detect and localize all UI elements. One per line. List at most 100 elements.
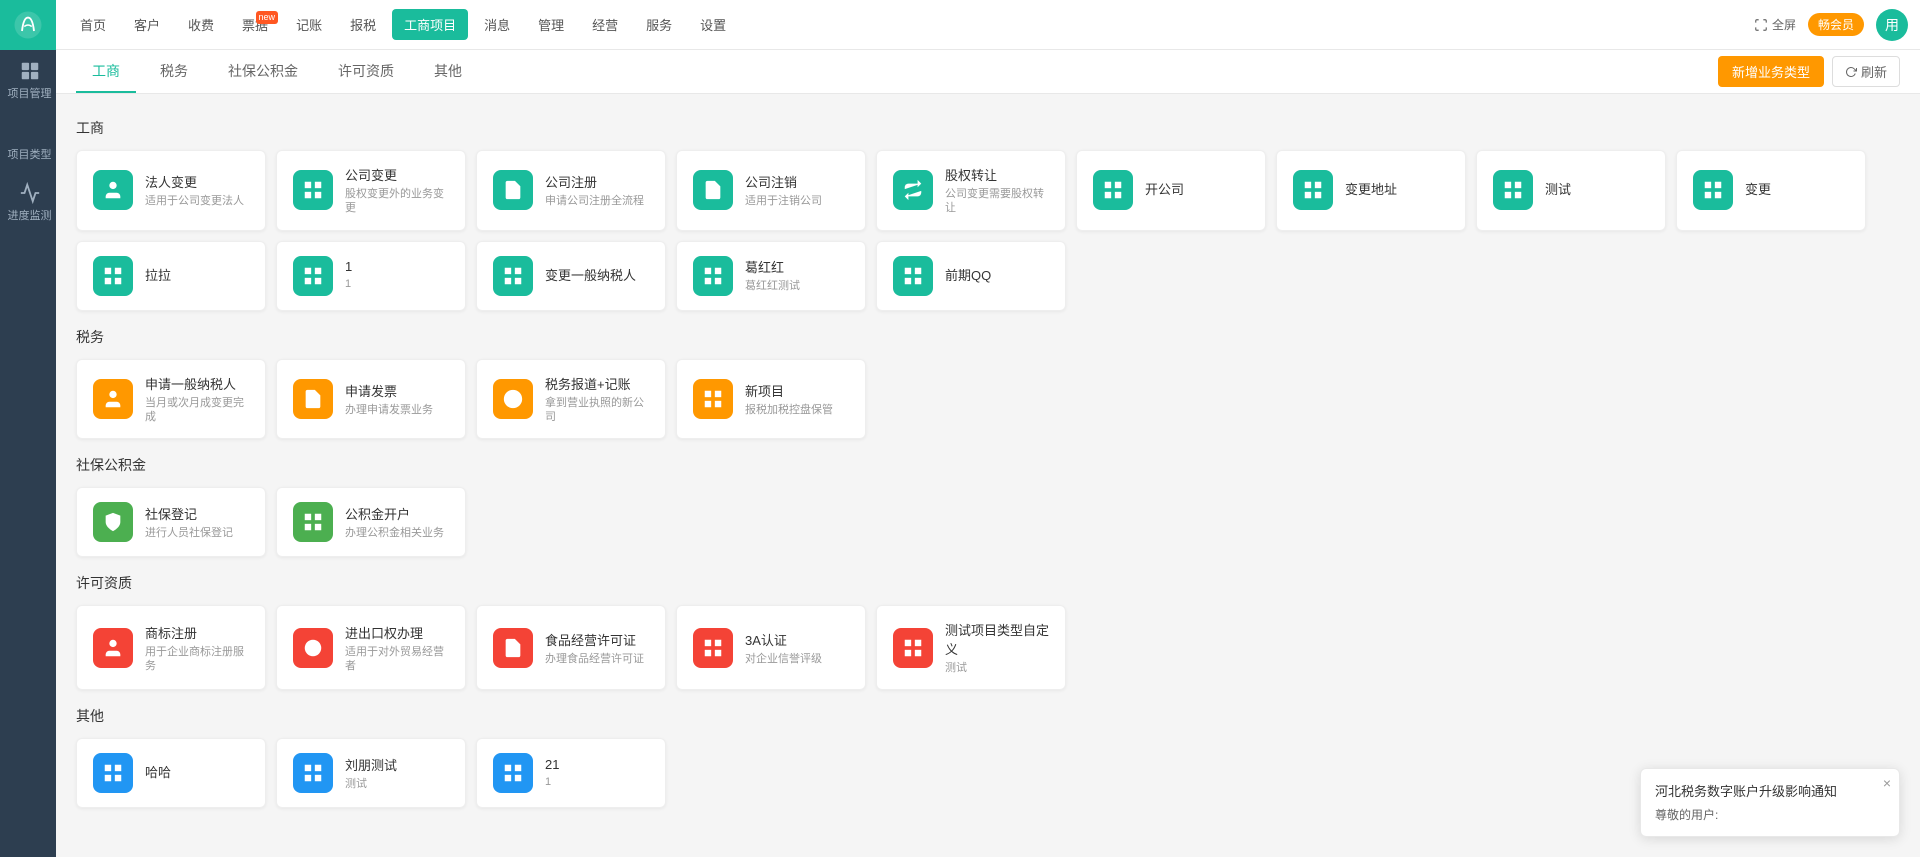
card-title-one: 1 xyxy=(345,259,352,274)
sidebar-item-progress[interactable]: 进度监测 xyxy=(0,172,56,233)
vip-button[interactable]: 畅会员 xyxy=(1808,13,1864,36)
sidebar-item-label-pt: 项目类型 xyxy=(8,146,52,162)
section-title-license: 许可资质 xyxy=(76,573,1900,593)
tab-license[interactable]: 许可资质 xyxy=(322,51,410,93)
card-haha[interactable]: 哈哈 xyxy=(76,738,266,808)
card-qianqiQQ[interactable]: 前期QQ xyxy=(876,241,1066,311)
card-icon-fund xyxy=(293,502,333,542)
section-title-other: 其他 xyxy=(76,706,1900,726)
tab-tax[interactable]: 税务 xyxy=(144,51,204,93)
card-new-project[interactable]: 新项目 报税加税控盘保管 xyxy=(676,359,866,440)
card-social-register[interactable]: 社保登记 进行人员社保登记 xyxy=(76,487,266,557)
nav-settings[interactable]: 设置 xyxy=(688,9,738,40)
card-twenty-one[interactable]: 21 1 xyxy=(476,738,666,808)
card-title-trademark: 商标注册 xyxy=(145,623,249,642)
card-title-apply-invoice: 申请发票 xyxy=(345,381,433,400)
cards-grid-tax: 申请一般纳税人 当月或次月成变更完成 申请发票 办理申请发票业务 xyxy=(76,359,1900,440)
nav-tax[interactable]: 报税 xyxy=(338,9,388,40)
card-icon-trademark xyxy=(93,628,133,668)
card-title-haha: 哈哈 xyxy=(145,762,171,781)
nav-service[interactable]: 服务 xyxy=(634,9,684,40)
card-legal-change[interactable]: 法人变更 适用于公司变更法人 xyxy=(76,150,266,231)
card-icon-one xyxy=(293,256,333,296)
card-apply-taxpayer[interactable]: 申请一般纳税人 当月或次月成变更完成 xyxy=(76,359,266,440)
card-title-new-project: 新项目 xyxy=(745,381,833,400)
tab-social[interactable]: 社保公积金 xyxy=(212,51,314,93)
card-liupeng[interactable]: 刘朋测试 测试 xyxy=(276,738,466,808)
card-tax-report-account[interactable]: 税务报道+记账 拿到营业执照的新公司 xyxy=(476,359,666,440)
nav-customer[interactable]: 客户 xyxy=(122,9,172,40)
card-icon-tax-report xyxy=(493,379,533,419)
content-area: 工商 税务 社保公积金 许可资质 其他 新增业务类型 刷新 工商 xyxy=(56,50,1920,857)
card-3a-cert[interactable]: 3A认证 对企业信誉评级 xyxy=(676,605,866,690)
card-desc-social-reg: 进行人员社保登记 xyxy=(145,526,233,540)
card-icon-company-reg xyxy=(493,170,533,210)
fullscreen-btn[interactable]: 全屏 xyxy=(1754,16,1796,33)
card-company-change[interactable]: 公司变更 股权变更外的业务变更 xyxy=(276,150,466,231)
card-one[interactable]: 1 1 xyxy=(276,241,466,311)
tab-other[interactable]: 其他 xyxy=(418,51,478,93)
card-title-import-export: 进出口权办理 xyxy=(345,623,449,642)
card-test[interactable]: 测试 xyxy=(1476,150,1666,231)
card-title-address: 变更地址 xyxy=(1345,179,1397,198)
user-avatar[interactable]: 用 xyxy=(1876,9,1908,41)
card-title-company-change: 公司变更 xyxy=(345,165,449,184)
card-icon-lala xyxy=(93,256,133,296)
card-desc-company-change: 股权变更外的业务变更 xyxy=(345,187,449,216)
card-desc-apply-taxpayer: 当月或次月成变更完成 xyxy=(145,396,249,425)
nav-home[interactable]: 首页 xyxy=(68,9,118,40)
card-food-license[interactable]: 食品经营许可证 办理食品经营许可证 xyxy=(476,605,666,690)
card-icon-company-change xyxy=(293,170,333,210)
card-title-change-taxpayer: 变更一般纳税人 xyxy=(545,265,636,284)
card-test-type[interactable]: 测试项目类型自定义 测试 xyxy=(876,605,1066,690)
card-title-legal: 法人变更 xyxy=(145,172,244,191)
card-trademark[interactable]: 商标注册 用于企业商标注册服务 xyxy=(76,605,266,690)
card-import-export[interactable]: 进出口权办理 适用于对外贸易经营者 xyxy=(276,605,466,690)
card-icon-gehonghong xyxy=(693,256,733,296)
card-apply-invoice[interactable]: 申请发票 办理申请发票业务 xyxy=(276,359,466,440)
section-title-industry: 工商 xyxy=(76,118,1900,138)
nav-message[interactable]: 消息 xyxy=(472,9,522,40)
card-desc-equity: 公司变更需要股权转让 xyxy=(945,187,1049,216)
card-desc-company-reg: 申请公司注册全流程 xyxy=(545,194,644,208)
topnav-right: 全屏 畅会员 用 xyxy=(1754,9,1908,41)
card-change-taxpayer[interactable]: 变更一般纳税人 xyxy=(476,241,666,311)
nav-ticket[interactable]: 票据 new xyxy=(230,9,280,40)
card-icon-address xyxy=(1293,170,1333,210)
cards-grid-industry: 法人变更 适用于公司变更法人 公司变更 股权变更外的业务变更 xyxy=(76,150,1900,311)
card-icon-new-project xyxy=(693,379,733,419)
nav-industry[interactable]: 工商项目 xyxy=(392,9,468,40)
card-change-address[interactable]: 变更地址 xyxy=(1276,150,1466,231)
sidebar-item-project-type[interactable]: 项目类型 xyxy=(0,111,56,172)
card-desc-new-project: 报税加税控盘保管 xyxy=(745,403,833,417)
tab-industry[interactable]: 工商 xyxy=(76,51,136,93)
cards-grid-license: 商标注册 用于企业商标注册服务 进出口权办理 适用于对外贸易经营者 xyxy=(76,605,1900,690)
sidebar-item-project-manage[interactable]: 项目管理 xyxy=(0,50,56,111)
cards-grid-social: 社保登记 进行人员社保登记 公积金开户 办理公积金相关业务 xyxy=(76,487,1900,557)
nav-account[interactable]: 记账 xyxy=(284,9,334,40)
card-equity-transfer[interactable]: 股权转让 公司变更需要股权转让 xyxy=(876,150,1066,231)
new-type-button[interactable]: 新增业务类型 xyxy=(1718,56,1824,87)
card-fund-open[interactable]: 公积金开户 办理公积金相关业务 xyxy=(276,487,466,557)
card-lala[interactable]: 拉拉 xyxy=(76,241,266,311)
nav-billing[interactable]: 收费 xyxy=(176,9,226,40)
card-company-register[interactable]: 公司注册 申请公司注册全流程 xyxy=(476,150,666,231)
refresh-button[interactable]: 刷新 xyxy=(1832,56,1900,87)
card-icon-open xyxy=(1093,170,1133,210)
card-desc-legal: 适用于公司变更法人 xyxy=(145,194,244,208)
card-icon-haha xyxy=(93,753,133,793)
card-title-test: 测试 xyxy=(1545,179,1571,198)
nav-manage[interactable]: 管理 xyxy=(526,9,576,40)
sidebar-logo[interactable] xyxy=(0,0,56,50)
card-desc-import-export: 适用于对外贸易经营者 xyxy=(345,645,449,674)
card-icon-food xyxy=(493,628,533,668)
card-open-company[interactable]: 开公司 xyxy=(1076,150,1266,231)
card-icon-company-cancel xyxy=(693,170,733,210)
card-change[interactable]: 变更 xyxy=(1676,150,1866,231)
card-company-cancel[interactable]: 公司注销 适用于注销公司 xyxy=(676,150,866,231)
card-gehonghong[interactable]: 葛红红 葛红红测试 xyxy=(676,241,866,311)
card-title-lala: 拉拉 xyxy=(145,265,171,284)
card-desc-one: 1 xyxy=(345,277,352,291)
nav-operation[interactable]: 经营 xyxy=(580,9,630,40)
notification-close[interactable]: × xyxy=(1883,775,1891,791)
